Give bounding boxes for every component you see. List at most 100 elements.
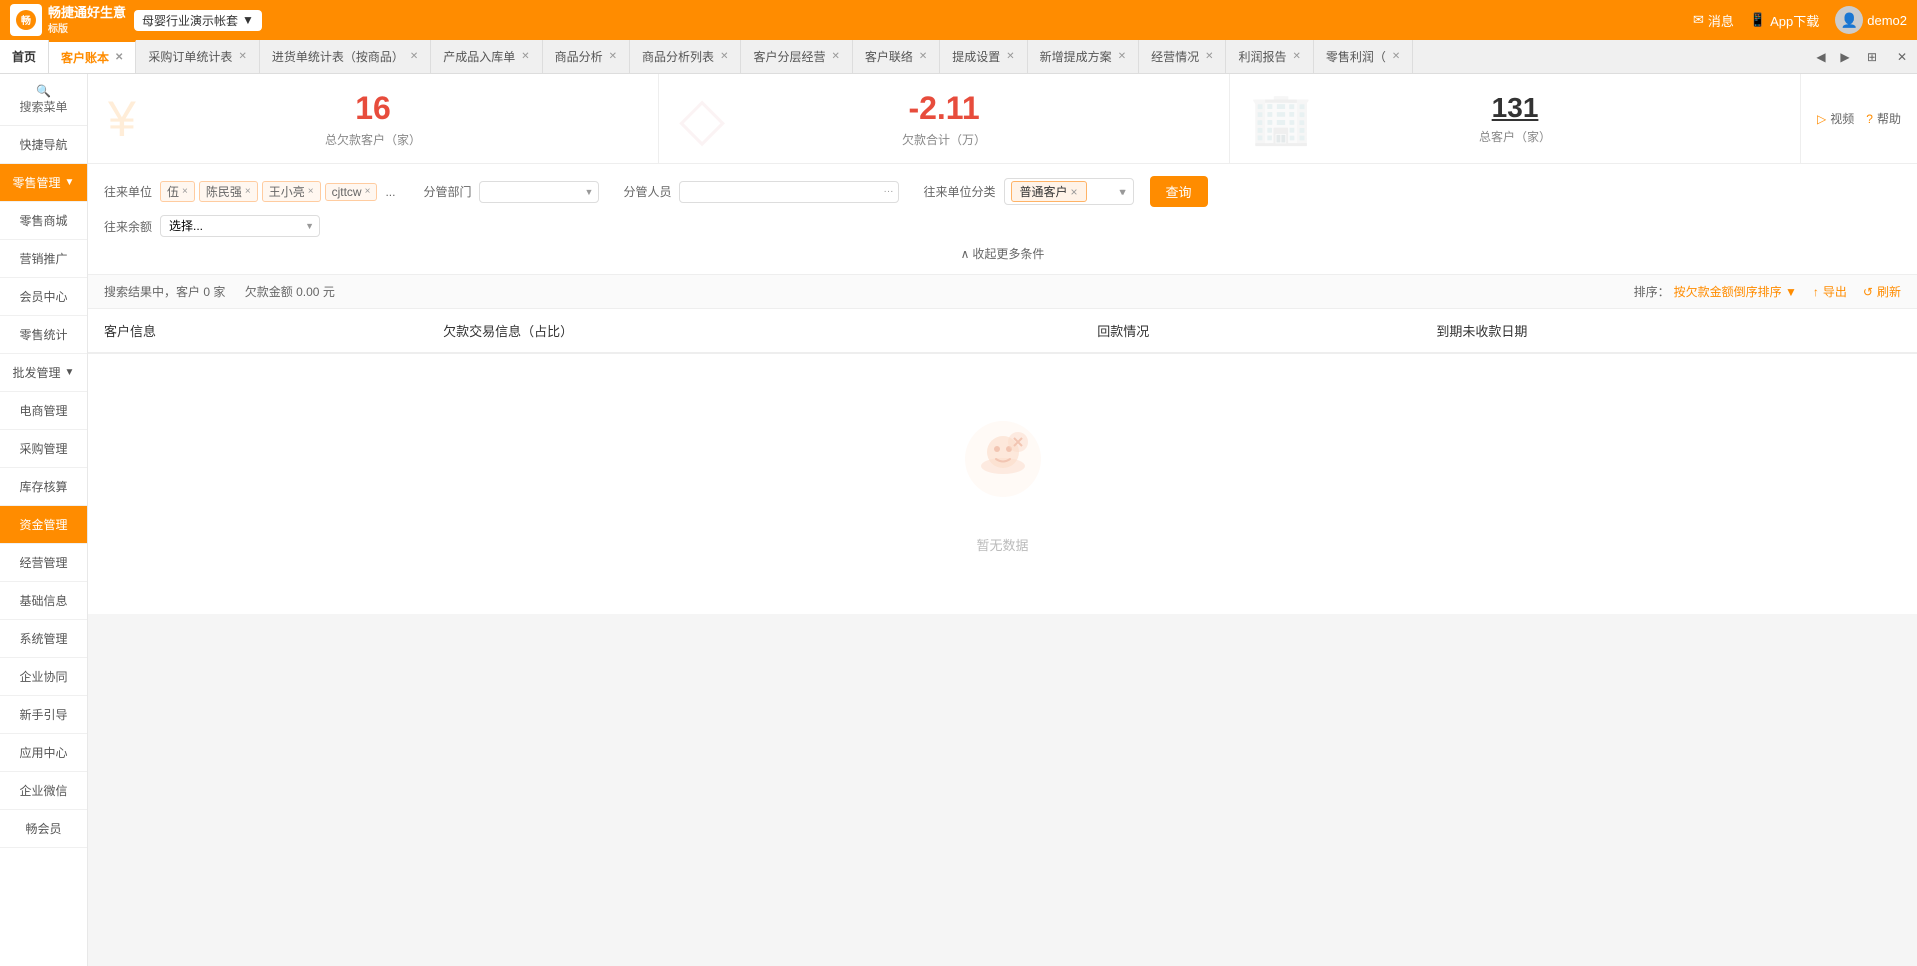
search-result-text: 搜索结果中，客户 0 家 欠款金额 0.00 元 [104,283,335,300]
filter-person-more[interactable]: ··· [883,186,893,197]
tab-business-status-close[interactable]: ✕ [1205,51,1213,62]
tab-add-commission[interactable]: 新增提成方案 ✕ [1028,40,1139,73]
sidebar-item-newbie[interactable]: 新手引导 [0,696,87,734]
tab-customer-layer[interactable]: 客户分层经营 ✕ [741,40,852,73]
tab-add-commission-close[interactable]: ✕ [1118,51,1126,62]
filter-more-units[interactable]: ... [381,184,399,200]
tab-customer-layer-close[interactable]: ✕ [831,51,839,62]
sort-area: 排序： 按欠款金额倒序排序 ▼ [1634,283,1797,300]
filter-balance-label: 往来余额 [104,218,152,235]
tab-purchase-by-product-close[interactable]: ✕ [410,51,418,62]
nav-expand-btn[interactable]: ⊞ [1857,40,1887,74]
search-button[interactable]: 查询 [1150,176,1208,207]
nav-prev-btn[interactable]: ◀ [1809,40,1833,74]
filter-area: 往来单位 伍 × 陈民强 × 王小亮 × cjttcw [88,164,1917,275]
filter-balance-select[interactable]: 选择... [160,215,320,237]
tab-retail-profit[interactable]: 零售利润（ ✕ [1314,40,1413,73]
tab-product-analysis-list[interactable]: 商品分析列表 ✕ [630,40,741,73]
stat-arrears: ◇ -2.11 欠款合计（万） [659,74,1230,163]
sidebar-item-member[interactable]: 会员中心 [0,278,87,316]
refresh-icon: ↺ [1863,285,1873,299]
tab-retail-profit-close[interactable]: ✕ [1392,51,1400,62]
sidebar-item-basic-info[interactable]: 基础信息 [0,582,87,620]
search-result-bar: 搜索结果中，客户 0 家 欠款金额 0.00 元 排序： 按欠款金额倒序排序 ▼… [88,275,1917,309]
tab-business-status-label: 经营情况 [1151,48,1199,65]
sidebar-item-quick-nav[interactable]: 快捷导航 [0,126,87,164]
sidebar-item-system[interactable]: 系统管理 [0,620,87,658]
sidebar-item-app-center[interactable]: 应用中心 [0,734,87,772]
filter-tag-wu: 伍 × [160,181,195,202]
account-selector[interactable]: 母婴行业演示帐套 ▼ [134,10,262,31]
messages-btn[interactable]: ✉ 消息 [1693,11,1734,30]
sidebar-item-marketing[interactable]: 营销推广 [0,240,87,278]
tab-product-analysis-close[interactable]: ✕ [609,51,617,62]
tab-retail-profit-label: 零售利润（ [1326,48,1386,65]
tab-customer-ledger[interactable]: 客户账本 ✕ [49,40,136,73]
refresh-btn[interactable]: ↺ 刷新 [1863,283,1901,300]
tab-add-commission-label: 新增提成方案 [1040,48,1112,65]
tab-customer-contact[interactable]: 客户联络 ✕ [853,40,940,73]
sort-chevron-icon: ▼ [1785,285,1797,299]
sidebar-item-chang-member[interactable]: 畅会员 [0,810,87,848]
chevron-down-icon-cat: ▼ [1118,187,1127,197]
filter-category-select[interactable]: 普通客户 × ▼ [1004,178,1134,205]
sidebar-item-wholesale[interactable]: 批发管理 ▼ [0,354,87,392]
filter-tag-wang-close[interactable]: × [308,186,314,197]
help-btn[interactable]: ? 帮助 [1866,110,1901,127]
sidebar-item-ecommerce[interactable]: 电商管理 [0,392,87,430]
help-icon: ? [1866,112,1873,126]
tab-home[interactable]: 首页 [0,40,49,73]
tab-customer-ledger-close[interactable]: ✕ [115,52,123,63]
sidebar-item-retail-mall[interactable]: 零售商城 [0,202,87,240]
customer-tag-close[interactable]: × [1071,185,1078,199]
nav-close-all-btn[interactable]: ✕ [1887,40,1917,74]
tab-commission-setting[interactable]: 提成设置 ✕ [940,40,1027,73]
tab-profit-report-close[interactable]: ✕ [1293,51,1301,62]
filter-dept-select[interactable] [479,181,599,203]
stat-value-arrears: -2.11 [908,90,979,127]
filter-tag-cjttcw-close[interactable]: × [365,186,371,197]
filter-tags-units: 伍 × 陈民强 × 王小亮 × cjttcw × ... [160,181,399,202]
tab-purchase-stats-close[interactable]: ✕ [238,51,246,62]
stat-label-customers: 总欠款客户（家） [325,131,421,148]
filter-tag-chen: 陈民强 × [199,181,258,202]
sidebar-item-business[interactable]: 经营管理 [0,544,87,582]
sidebar-item-finance[interactable]: 资金管理 [0,506,87,544]
user-area[interactable]: 👤 demo2 [1835,6,1907,34]
export-btn[interactable]: ↑ 导出 [1813,283,1847,300]
filter-dept-wrapper [479,181,599,203]
video-btn[interactable]: ▷ 视频 [1817,110,1854,127]
tab-product-analysis-list-label: 商品分析列表 [642,48,714,65]
app-download-btn[interactable]: 📱 App下载 [1750,11,1819,30]
sort-select-value[interactable]: 按欠款金额倒序排序 ▼ [1674,283,1797,300]
tab-purchase-stats[interactable]: 采购订单统计表 ✕ [136,40,259,73]
chevron-up-icon: ∧ [961,247,970,261]
filter-balance-wrapper: 选择... [160,215,320,237]
tab-profit-report[interactable]: 利润报告 ✕ [1226,40,1313,73]
tab-finished-product-close[interactable]: ✕ [521,51,529,62]
tab-product-analysis[interactable]: 商品分析 ✕ [543,40,630,73]
stats-bar: ¥ 16 总欠款客户（家） ◇ -2.11 欠款合计（万） 🏢 131 总客户（… [88,74,1917,164]
stat-value-customers: 16 [355,90,391,127]
col-customer-info: 客户信息 [88,309,427,353]
sidebar-item-retail[interactable]: 零售管理 ▼ [0,164,87,202]
sidebar-item-retail-stats[interactable]: 零售统计 [0,316,87,354]
table-container: 客户信息 欠款交易信息（占比） 回款情况 到期未收款日期 [88,309,1917,614]
sidebar-search[interactable]: 🔍 搜索菜单 [0,74,87,126]
sidebar-item-purchase[interactable]: 采购管理 [0,430,87,468]
filter-tag-chen-close[interactable]: × [245,186,251,197]
tab-finished-product[interactable]: 产成品入库单 ✕ [431,40,542,73]
filter-tag-wu-close[interactable]: × [182,186,188,197]
tab-product-analysis-list-close[interactable]: ✕ [720,51,728,62]
tab-business-status[interactable]: 经营情况 ✕ [1139,40,1226,73]
tab-commission-setting-close[interactable]: ✕ [1006,51,1014,62]
tab-purchase-by-product[interactable]: 进货单统计表（按商品） ✕ [260,40,431,73]
sidebar-item-wechat-work[interactable]: 企业微信 [0,772,87,810]
tab-customer-contact-close[interactable]: ✕ [919,51,927,62]
logo-icon: 畅 [10,4,42,36]
filter-person-input[interactable] [679,181,899,203]
sidebar-item-inventory[interactable]: 库存核算 [0,468,87,506]
collapse-btn[interactable]: ∧ 收起更多条件 [961,245,1045,262]
sidebar-item-enterprise[interactable]: 企业协同 [0,658,87,696]
nav-next-btn[interactable]: ▶ [1833,40,1857,74]
